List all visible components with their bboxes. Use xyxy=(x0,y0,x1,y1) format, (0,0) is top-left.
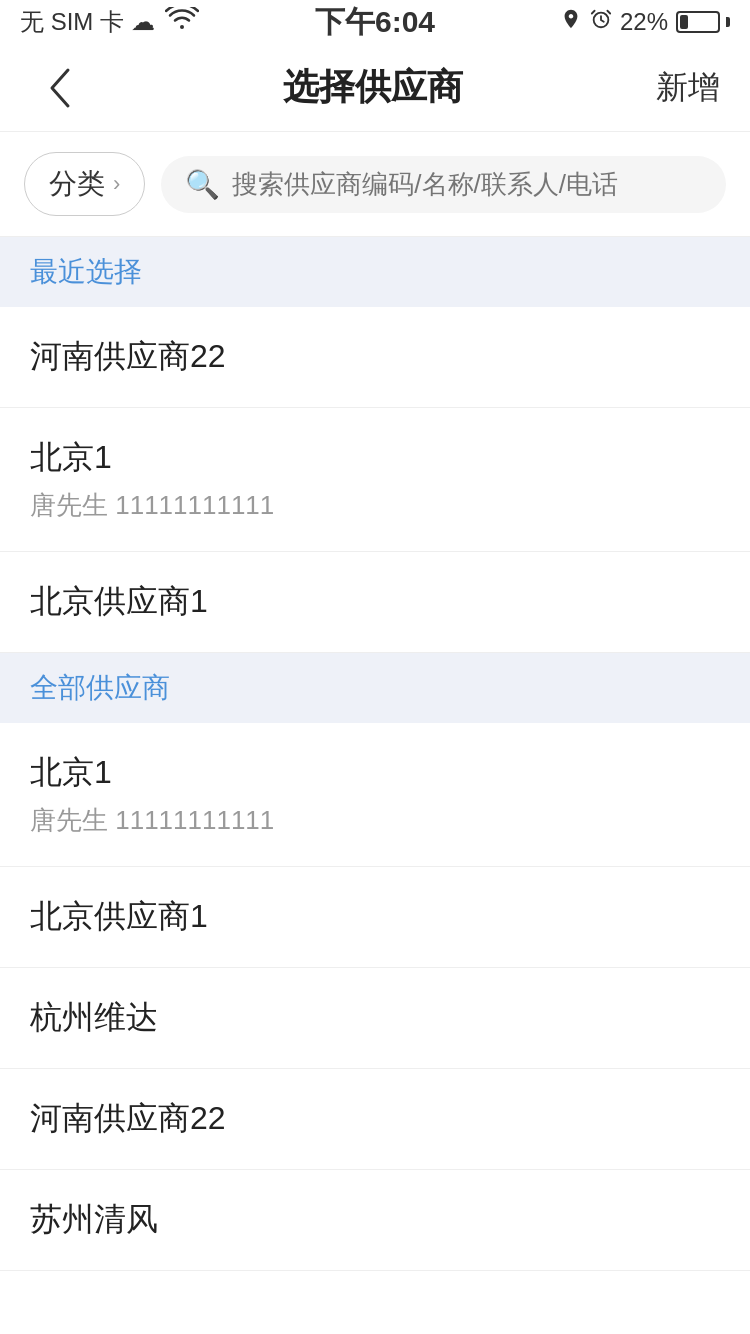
search-input-wrapper: 🔍 xyxy=(161,156,726,213)
nav-bar: 选择供应商 新增 xyxy=(0,44,750,132)
category-label: 分类 xyxy=(49,165,105,203)
page-title: 选择供应商 xyxy=(283,63,463,112)
list-item[interactable]: 河南供应商22 xyxy=(0,307,750,408)
status-right: 22% xyxy=(560,8,730,36)
all-list: 北京1 唐先生 11111111111 北京供应商1 杭州维达河南供应商22 苏州清风 xyxy=(0,723,750,1271)
status-time: 下午6:04 xyxy=(315,2,435,43)
chevron-icon: › xyxy=(113,171,120,197)
item-name: 河南供应商22 xyxy=(30,1097,720,1141)
status-left: 无 SIM 卡 ☁ xyxy=(20,6,199,38)
back-button[interactable] xyxy=(30,58,90,118)
battery-percent: 22% xyxy=(620,8,668,36)
all-section-header: 全部供应商 xyxy=(0,653,750,723)
item-name: 北京1 xyxy=(30,751,720,795)
battery-icon xyxy=(676,11,730,33)
item-sub: 唐先生 11111111111 xyxy=(30,488,720,523)
search-bar: 分类 › 🔍 xyxy=(0,132,750,237)
item-sub: 唐先生 11111111111 xyxy=(30,803,720,838)
item-name: 北京1 xyxy=(30,436,720,480)
list-item[interactable]: 杭州维达 xyxy=(0,968,750,1069)
item-name: 苏州清风 xyxy=(30,1198,720,1242)
category-button[interactable]: 分类 › xyxy=(24,152,145,216)
search-input[interactable] xyxy=(232,169,702,200)
wifi-icon xyxy=(165,7,199,37)
item-name: 北京供应商1 xyxy=(30,895,720,939)
add-button[interactable]: 新增 xyxy=(656,66,720,110)
list-item[interactable]: 河南供应商22 xyxy=(0,1069,750,1170)
list-item[interactable]: 北京1 唐先生 11111111111 xyxy=(0,408,750,552)
recent-list: 河南供应商22 北京1 唐先生 11111111111 北京供应商1 xyxy=(0,307,750,653)
list-item[interactable]: 北京供应商1 xyxy=(0,867,750,968)
status-bar: 无 SIM 卡 ☁ 下午6:04 22% xyxy=(0,0,750,44)
no-sim-label: 无 SIM 卡 ☁ xyxy=(20,6,155,38)
item-name: 北京供应商1 xyxy=(30,580,720,624)
list-item[interactable]: 北京1 唐先生 11111111111 xyxy=(0,723,750,867)
list-item[interactable]: 苏州清风 xyxy=(0,1170,750,1271)
alarm-icon xyxy=(590,8,612,36)
item-name: 杭州维达 xyxy=(30,996,720,1040)
list-item[interactable]: 北京供应商1 xyxy=(0,552,750,653)
item-name: 河南供应商22 xyxy=(30,335,720,379)
location-icon xyxy=(560,8,582,36)
search-icon: 🔍 xyxy=(185,168,220,201)
recent-section-header: 最近选择 xyxy=(0,237,750,307)
